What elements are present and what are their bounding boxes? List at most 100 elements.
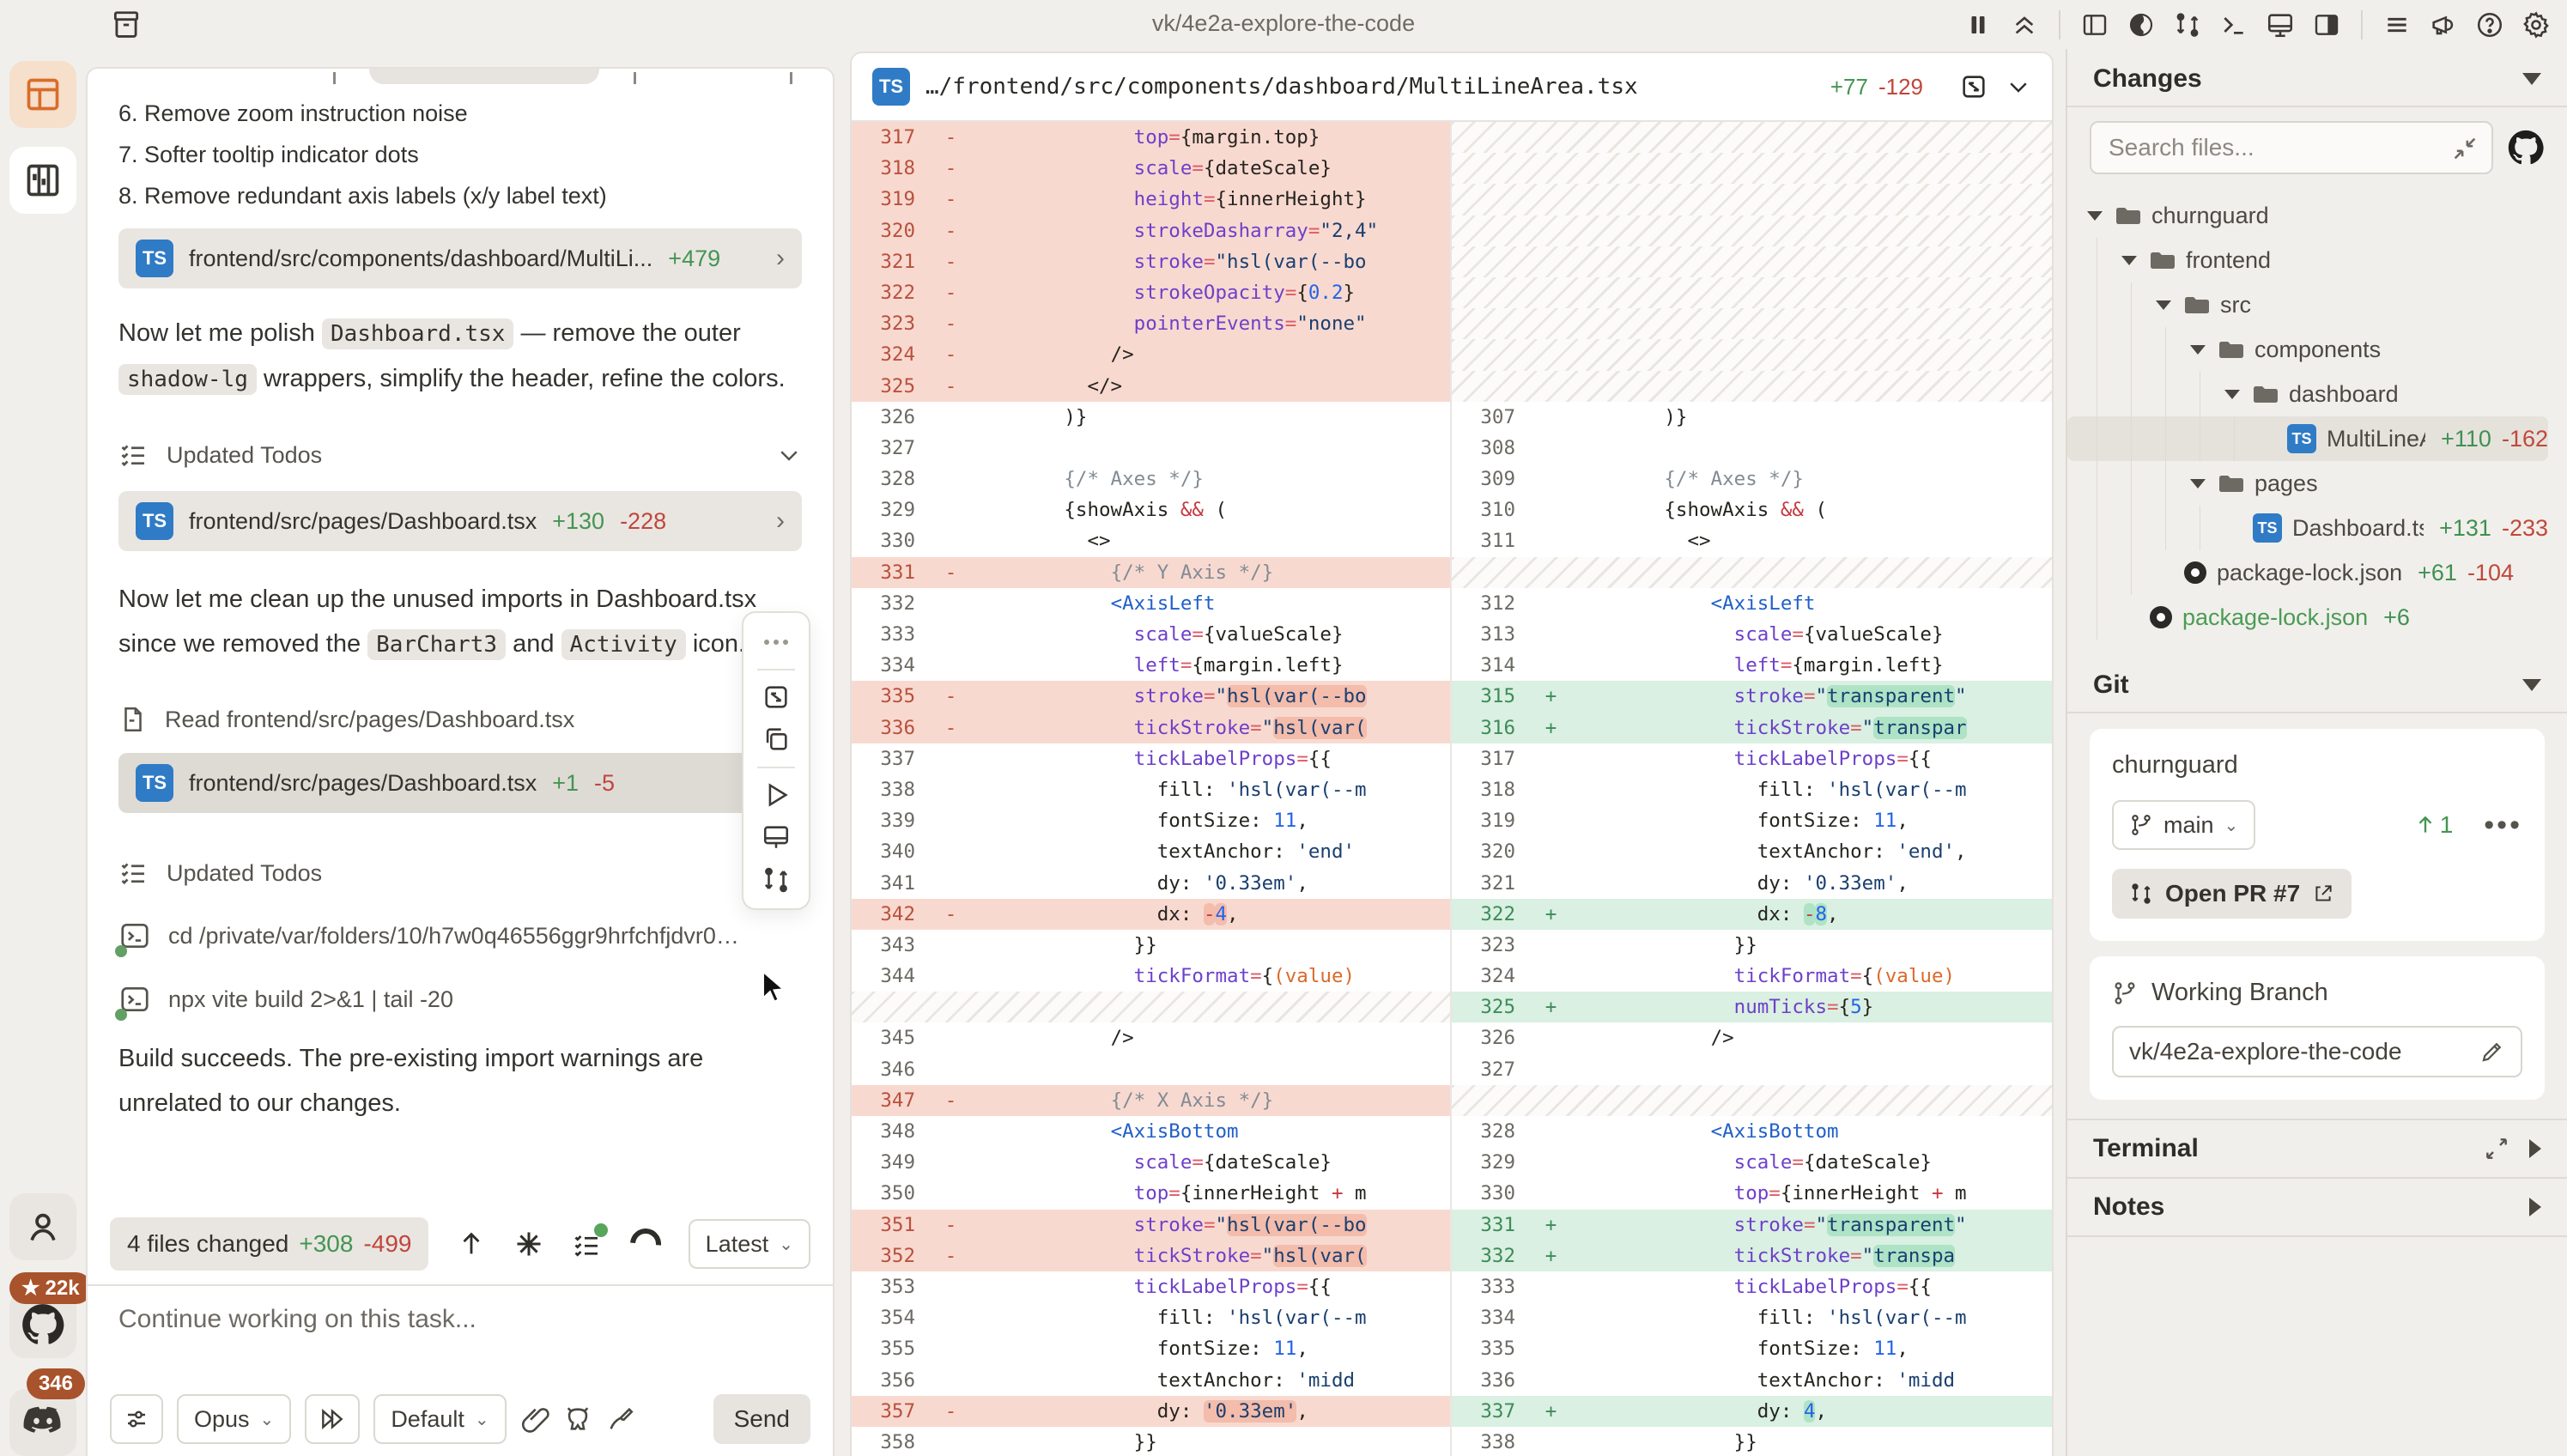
diff-line-old: 320- strokeDasharray="2,4" bbox=[852, 215, 1452, 246]
run-icon[interactable] bbox=[752, 775, 800, 816]
inline-code: Activity bbox=[561, 629, 686, 660]
git-compare-icon[interactable] bbox=[752, 859, 800, 900]
composer-input[interactable]: Continue working on this task... bbox=[118, 1305, 476, 1334]
tree-folder-src[interactable]: src bbox=[2067, 282, 2548, 327]
assistant-message: Now let me polish Dashboard.tsx — remove… bbox=[118, 311, 802, 402]
tree-folder-components[interactable]: components bbox=[2067, 327, 2548, 372]
read-file-row[interactable]: Read frontend/src/pages/Dashboard.tsx bbox=[118, 705, 802, 734]
panel-right-icon[interactable] bbox=[2309, 8, 2344, 42]
chevron-down-icon[interactable] bbox=[776, 442, 802, 468]
settings-gear-icon[interactable] bbox=[2519, 8, 2553, 42]
diff-row: 358 }}338 }} bbox=[852, 1427, 2052, 1456]
terminal-icon[interactable] bbox=[2217, 8, 2251, 42]
terminal-section-header[interactable]: Terminal bbox=[2067, 1120, 2567, 1177]
chat-bubble-icon[interactable] bbox=[2124, 8, 2158, 42]
commits-ahead[interactable]: 1 bbox=[2414, 811, 2454, 839]
file-diff-chip-dashboard-1[interactable]: TS frontend/src/pages/Dashboard.tsx +130… bbox=[118, 491, 802, 551]
send-button[interactable]: Send bbox=[713, 1394, 810, 1444]
more-options-icon[interactable] bbox=[752, 622, 800, 662]
chat-scroll-area[interactable]: 6. Remove zoom instruction noise 7. Soft… bbox=[88, 69, 833, 1209]
model-dropdown[interactable]: Opus⌄ bbox=[177, 1394, 291, 1444]
updated-todos-row[interactable]: Updated Todos bbox=[118, 858, 802, 889]
attach-icon[interactable] bbox=[520, 1404, 549, 1434]
diff-line-new bbox=[1452, 308, 2052, 339]
github-cat-icon[interactable] bbox=[563, 1404, 592, 1434]
diff-row: 326 )}307 )} bbox=[852, 402, 2052, 433]
tree-file-Dashboard.tsx[interactable]: TSDashboard.tsx+131-233 bbox=[2067, 506, 2548, 550]
pull-request-icon bbox=[2129, 882, 2153, 906]
view-diff-icon[interactable] bbox=[752, 677, 800, 718]
diff-line-old: 353 tickLabelProps={{ bbox=[852, 1271, 1452, 1302]
copy-icon[interactable] bbox=[752, 719, 800, 760]
top-bar: vk/4e2a-explore-the-code bbox=[0, 0, 2567, 49]
chevrons-up-icon[interactable] bbox=[2007, 8, 2042, 42]
chevron-right-icon: › bbox=[776, 507, 785, 536]
preview-icon[interactable] bbox=[752, 817, 800, 858]
board-view-button[interactable] bbox=[9, 147, 76, 214]
truncated-code-pill bbox=[369, 69, 599, 84]
pen-icon[interactable] bbox=[606, 1404, 635, 1434]
git-section-header[interactable]: Git bbox=[2067, 655, 2567, 712]
diff-row: 338 fill: 'hsl(var(--m318 fill: 'hsl(var… bbox=[852, 774, 2052, 805]
tree-folder-frontend[interactable]: frontend bbox=[2067, 238, 2548, 282]
package-icon bbox=[2150, 606, 2172, 628]
layout-panel-button[interactable] bbox=[9, 61, 76, 128]
tree-folder-pages[interactable]: pages bbox=[2067, 461, 2548, 506]
view-diff-icon[interactable] bbox=[1959, 72, 1988, 101]
file-diff-chip-dashboard-2[interactable]: TS frontend/src/pages/Dashboard.tsx +1 -… bbox=[118, 753, 802, 813]
diff-line-old: 335- stroke="hsl(var(--bo bbox=[852, 681, 1452, 712]
terminal-command-row[interactable]: npx vite build 2>&1 | tail -20 bbox=[118, 983, 802, 1016]
more-options-icon[interactable]: ••• bbox=[2484, 809, 2522, 842]
account-button[interactable] bbox=[9, 1193, 76, 1260]
diff-file-header[interactable]: TS …/frontend/src/components/dashboard/M… bbox=[852, 53, 2052, 122]
pause-icon[interactable] bbox=[1961, 8, 1995, 42]
chevron-down-icon[interactable] bbox=[2006, 74, 2031, 100]
mouse-cursor bbox=[756, 968, 792, 1004]
edit-pencil-icon[interactable] bbox=[2479, 1039, 2505, 1065]
mode-dropdown[interactable]: Default⌄ bbox=[373, 1394, 506, 1444]
tree-item-label: churnguard bbox=[2151, 203, 2269, 229]
diff-row: 320- strokeDasharray="2,4" bbox=[852, 215, 2052, 246]
github-button[interactable]: ★22k bbox=[9, 1291, 76, 1358]
composer-settings-button[interactable] bbox=[110, 1394, 163, 1444]
tree-folder-churnguard[interactable]: churnguard bbox=[2067, 193, 2548, 238]
updated-todos-row[interactable]: Updated Todos bbox=[118, 440, 802, 470]
search-files-input[interactable]: Search files... bbox=[2090, 121, 2493, 174]
diff-line-old: 317- top={margin.top} bbox=[852, 122, 1452, 153]
discord-button[interactable]: 346 bbox=[9, 1389, 76, 1456]
working-branch-input[interactable]: vk/4e2a-explore-the-code bbox=[2112, 1026, 2522, 1077]
megaphone-icon[interactable] bbox=[2426, 8, 2461, 42]
diff-line-new: 337+ dy: 4, bbox=[1452, 1396, 2052, 1427]
spark-icon[interactable] bbox=[513, 1228, 544, 1259]
expand-icon[interactable] bbox=[2483, 1135, 2510, 1162]
scroll-up-icon[interactable] bbox=[457, 1229, 486, 1259]
menu-icon[interactable] bbox=[2380, 8, 2414, 42]
todos-status-icon[interactable] bbox=[572, 1228, 603, 1259]
tree-folder-dashboard[interactable]: dashboard bbox=[2067, 372, 2548, 416]
todo-item: 7. Softer tooltip indicator dots bbox=[118, 134, 802, 175]
open-pr-button[interactable]: Open PR #7 bbox=[2112, 869, 2352, 919]
chevron-down-icon bbox=[2190, 479, 2206, 488]
diff-row: 321- stroke="hsl(var(--bo bbox=[852, 246, 2052, 277]
tree-file-package-lock.json[interactable]: package-lock.json+61-104 bbox=[2067, 550, 2548, 595]
panel-left-icon[interactable] bbox=[2078, 8, 2112, 42]
latest-dropdown[interactable]: Latest⌄ bbox=[689, 1219, 810, 1269]
diff-line-old: 356 textAnchor: 'midd bbox=[852, 1365, 1452, 1396]
screen-icon[interactable] bbox=[2263, 8, 2297, 42]
notes-section-header[interactable]: Notes bbox=[2067, 1179, 2567, 1235]
file-diff-chip-multilinearea[interactable]: TS frontend/src/components/dashboard/Mul… bbox=[118, 228, 802, 288]
typescript-icon: TS bbox=[136, 764, 173, 802]
tree-file-MultiLineArea.tsx[interactable]: TSMultiLineArea.tsx+110-162 bbox=[2067, 416, 2548, 461]
terminal-command-row[interactable]: cd /private/var/folders/10/h7w0q46556ggr… bbox=[118, 919, 802, 952]
diff-line-old: 358 }} bbox=[852, 1427, 1452, 1456]
collapse-tree-icon[interactable] bbox=[2450, 134, 2479, 163]
help-icon[interactable] bbox=[2473, 8, 2507, 42]
repo-name: churnguard bbox=[2112, 751, 2522, 780]
tree-file-package-lock.json[interactable]: package-lock.json+6 bbox=[2067, 595, 2548, 640]
files-changed-chip[interactable]: 4 files changed +308 -499 bbox=[110, 1217, 428, 1271]
git-compare-icon[interactable] bbox=[2170, 8, 2205, 42]
changes-section-header[interactable]: Changes bbox=[2067, 49, 2567, 106]
branch-dropdown[interactable]: main ⌄ bbox=[2112, 800, 2255, 850]
skip-forward-button[interactable] bbox=[305, 1394, 360, 1444]
github-cat-icon[interactable] bbox=[2507, 129, 2545, 167]
